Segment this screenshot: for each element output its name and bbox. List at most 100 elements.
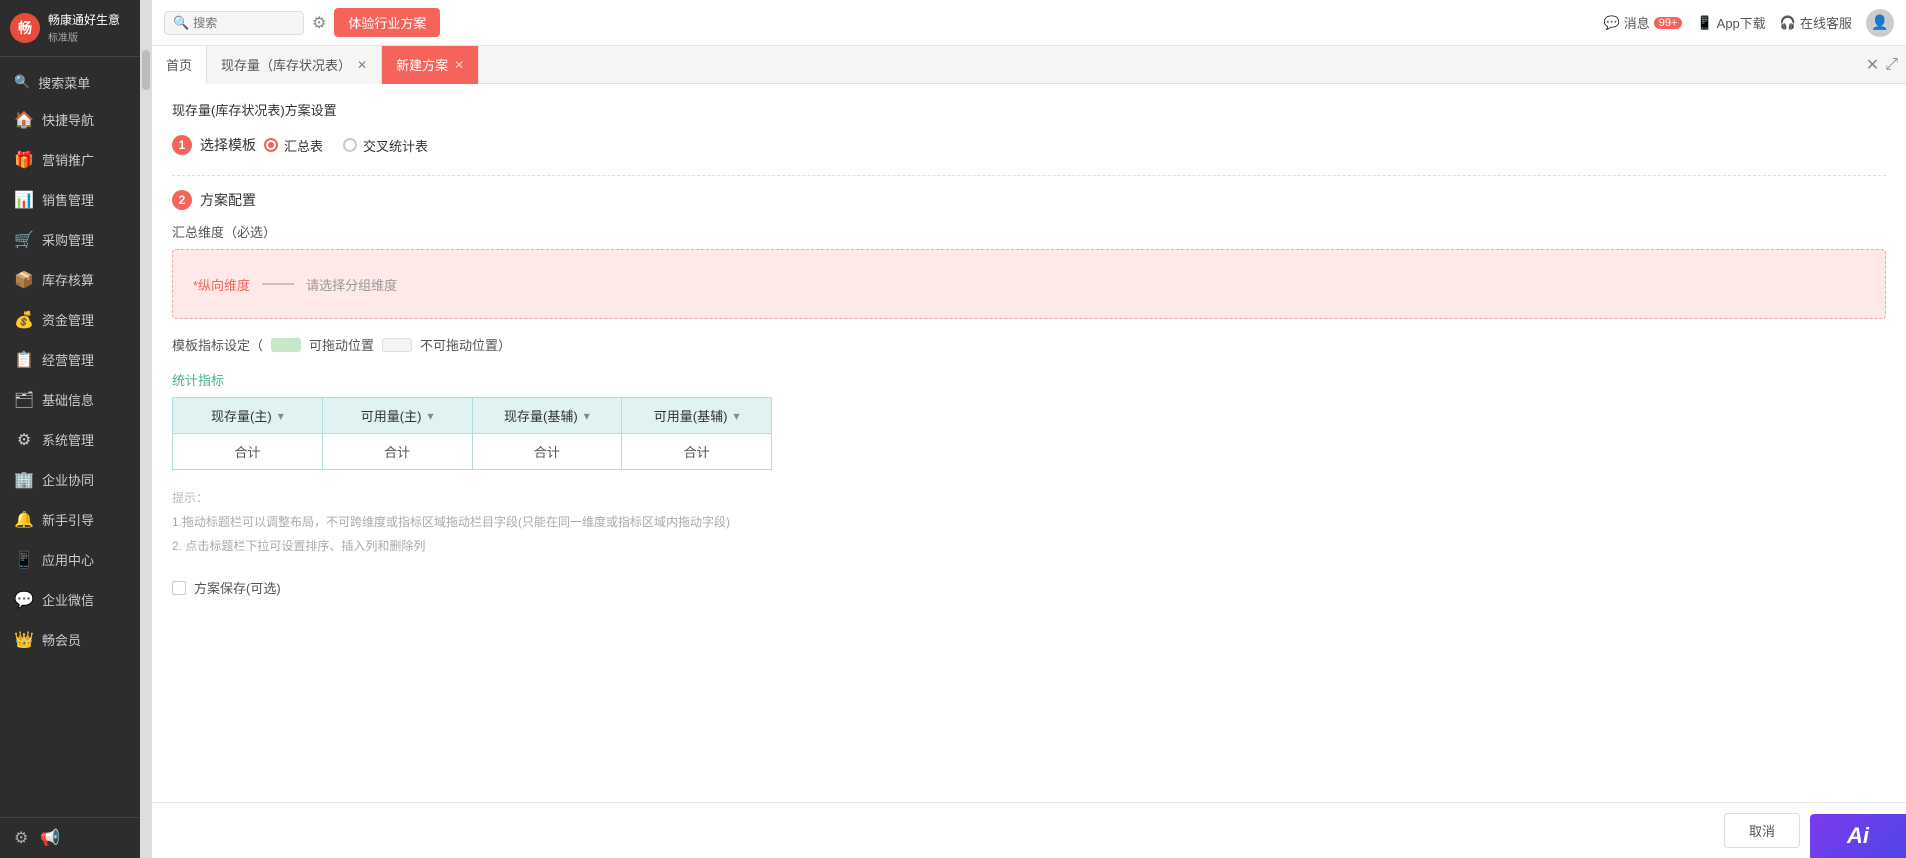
sidebar-item-quick-nav[interactable]: 🏠 快捷导航	[0, 100, 140, 140]
tab-new-scheme[interactable]: 新建方案 ✕	[382, 46, 479, 84]
topbar-right: 💬 消息 99+ 📱 App下载 🎧 在线客服 👤	[1604, 9, 1894, 37]
sidebar-item-marketing[interactable]: 🎁 营销推广	[0, 140, 140, 180]
sidebar-item-label: 基础信息	[42, 390, 94, 409]
message-badge: 99+	[1654, 17, 1683, 29]
stats-summary-2: 合计	[472, 434, 622, 470]
cancel-button[interactable]: 取消	[1724, 813, 1800, 848]
radio-summary[interactable]: 汇总表	[264, 136, 323, 155]
ai-badge[interactable]: Ai	[1810, 814, 1906, 858]
stats-col-0-label: 现存量(主)	[211, 406, 272, 425]
sidebar-item-basic-info[interactable]: 🗂 基础信息	[0, 380, 140, 420]
step1-badge: 1	[172, 135, 192, 155]
sidebar-item-member[interactable]: 👑 畅会员	[0, 620, 140, 660]
marketing-icon: 🎁	[14, 150, 34, 170]
sidebar-item-label: 新手引导	[42, 510, 94, 529]
sidebar: 畅 畅康通好生意 标准版 🔍 搜索菜单 🏠 快捷导航 🎁 营销推广 📊 销售管理…	[0, 0, 140, 858]
stats-col-3[interactable]: 可用量(基辅) ▾	[622, 398, 772, 434]
search-input[interactable]	[193, 16, 293, 30]
sidebar-item-label: 企业微信	[42, 590, 94, 609]
save-option: 方案保存(可选)	[172, 578, 1886, 597]
radio-summary-label: 汇总表	[284, 136, 323, 155]
tab-new-scheme-close-icon[interactable]: ✕	[454, 58, 464, 72]
avatar[interactable]: 👤	[1866, 9, 1894, 37]
sidebar-item-label: 应用中心	[42, 550, 94, 569]
app-download-icon: 📱	[1696, 15, 1712, 31]
message-button[interactable]: 💬 消息 99+	[1604, 13, 1683, 32]
dimension-required-text: *纵向维度	[193, 275, 250, 294]
sidebar-item-finance[interactable]: 💰 资金管理	[0, 300, 140, 340]
search-menu-icon: 🔍	[14, 74, 30, 90]
tips-title: 提示：	[172, 491, 208, 505]
new-guide-icon: 🔔	[14, 510, 34, 530]
stats-section: 统计指标 现存量(主) ▾ 可用量	[172, 370, 1886, 470]
sidebar-item-operations[interactable]: 📋 经营管理	[0, 340, 140, 380]
sidebar-item-search-menu[interactable]: 🔍 搜索菜单	[0, 65, 140, 100]
template-settings: 模板指标设定（ 可拖动位置 不可拖动位置）	[172, 335, 1886, 354]
sidebar-item-new-guide[interactable]: 🔔 新手引导	[0, 500, 140, 540]
stats-summary-1: 合计	[322, 434, 472, 470]
sidebar-item-enterprise-wechat[interactable]: 💬 企业微信	[0, 580, 140, 620]
finance-icon: 💰	[14, 310, 34, 330]
tab-inventory-close-icon[interactable]: ✕	[357, 58, 367, 72]
app-download-button[interactable]: 📱 App下载	[1696, 13, 1765, 32]
dimension-area[interactable]: *纵向维度 —— 请选择分组维度	[172, 249, 1886, 319]
chevron-down-icon-3: ▾	[733, 409, 739, 423]
draggable-indicator	[271, 338, 301, 352]
basic-info-icon: 🗂	[14, 390, 34, 410]
scrollbar-thumb[interactable]	[142, 50, 150, 90]
close-icon[interactable]: ✕	[1866, 55, 1879, 75]
expand-icon[interactable]: ⤢	[1885, 56, 1898, 74]
tips-section: 提示： 1.拖动标题栏可以调整布局，不可跨维度或指标区域拖动栏目字段(只能在同一…	[172, 486, 1886, 558]
quick-nav-icon: 🏠	[14, 110, 34, 130]
sidebar-item-label: 资金管理	[42, 310, 94, 329]
stats-summary-3: 合计	[622, 434, 772, 470]
sidebar-item-inventory[interactable]: 📦 库存核算	[0, 260, 140, 300]
dimension-placeholder: 请选择分组维度	[306, 275, 397, 294]
step1-section: 1 选择模板 汇总表 交叉统计表	[172, 135, 1886, 155]
save-checkbox[interactable]	[172, 581, 186, 595]
app-name: 畅康通好生意	[48, 12, 120, 29]
system-icon: ⚙	[14, 430, 34, 450]
app-center-icon: 📱	[14, 550, 34, 570]
non-draggable-label: 不可拖动位置）	[420, 335, 511, 354]
settings-footer-icon[interactable]: ⚙	[14, 828, 28, 848]
tab-inventory-status[interactable]: 现存量（库存状况表） ✕	[207, 46, 382, 84]
sidebar-item-purchase[interactable]: 🛒 采购管理	[0, 220, 140, 260]
save-option-label: 方案保存(可选)	[194, 578, 281, 597]
step2-section: 2 方案配置 汇总维度（必选） *纵向维度 —— 请选择分组维度 模板指标设定（…	[172, 190, 1886, 558]
sidebar-item-label: 销售管理	[42, 190, 94, 209]
radio-crosstab-label: 交叉统计表	[363, 136, 428, 155]
logo-icon: 畅	[10, 13, 40, 43]
tab-inventory-label: 现存量（库存状况表）	[221, 55, 351, 74]
settings-icon[interactable]: ⚙	[312, 13, 326, 33]
stats-col-1-label: 可用量(主)	[361, 406, 422, 425]
sidebar-item-label: 系统管理	[42, 430, 94, 449]
sidebar-item-label: 经营管理	[42, 350, 94, 369]
sidebar-item-enterprise[interactable]: 🏢 企业协同	[0, 460, 140, 500]
step2-badge: 2	[172, 190, 192, 210]
stats-section-title: 统计指标	[172, 370, 1886, 389]
dimension-dash: ——	[262, 275, 294, 293]
step-divider	[172, 175, 1886, 176]
content-area: 现存量(库存状况表)方案设置 1 选择模板 汇总表 交叉统计表	[152, 84, 1906, 802]
stats-col-2[interactable]: 现存量(基辅) ▾	[472, 398, 622, 434]
tab-home[interactable]: 首页	[152, 46, 207, 84]
topbar-search-box[interactable]: 🔍	[164, 11, 304, 35]
sidebar-item-system[interactable]: ⚙ 系统管理	[0, 420, 140, 460]
message-label: 消息	[1624, 13, 1650, 32]
customer-service-button[interactable]: 🎧 在线客服	[1780, 13, 1852, 32]
inventory-icon: 📦	[14, 270, 34, 290]
sidebar-item-label: 企业协同	[42, 470, 94, 489]
enterprise-wechat-icon: 💬	[14, 590, 34, 610]
stats-summary-0: 合计	[173, 434, 323, 470]
chevron-down-icon-1: ▾	[427, 409, 433, 423]
sidebar-scrollbar[interactable]	[140, 0, 152, 858]
sidebar-item-sales[interactable]: 📊 销售管理	[0, 180, 140, 220]
radio-crosstab[interactable]: 交叉统计表	[343, 136, 428, 155]
operations-icon: 📋	[14, 350, 34, 370]
speaker-footer-icon[interactable]: 📢	[40, 828, 60, 848]
stats-col-1[interactable]: 可用量(主) ▾	[322, 398, 472, 434]
sidebar-item-app-center[interactable]: 📱 应用中心	[0, 540, 140, 580]
stats-col-0[interactable]: 现存量(主) ▾	[173, 398, 323, 434]
industry-plan-button[interactable]: 体验行业方案	[334, 8, 440, 37]
